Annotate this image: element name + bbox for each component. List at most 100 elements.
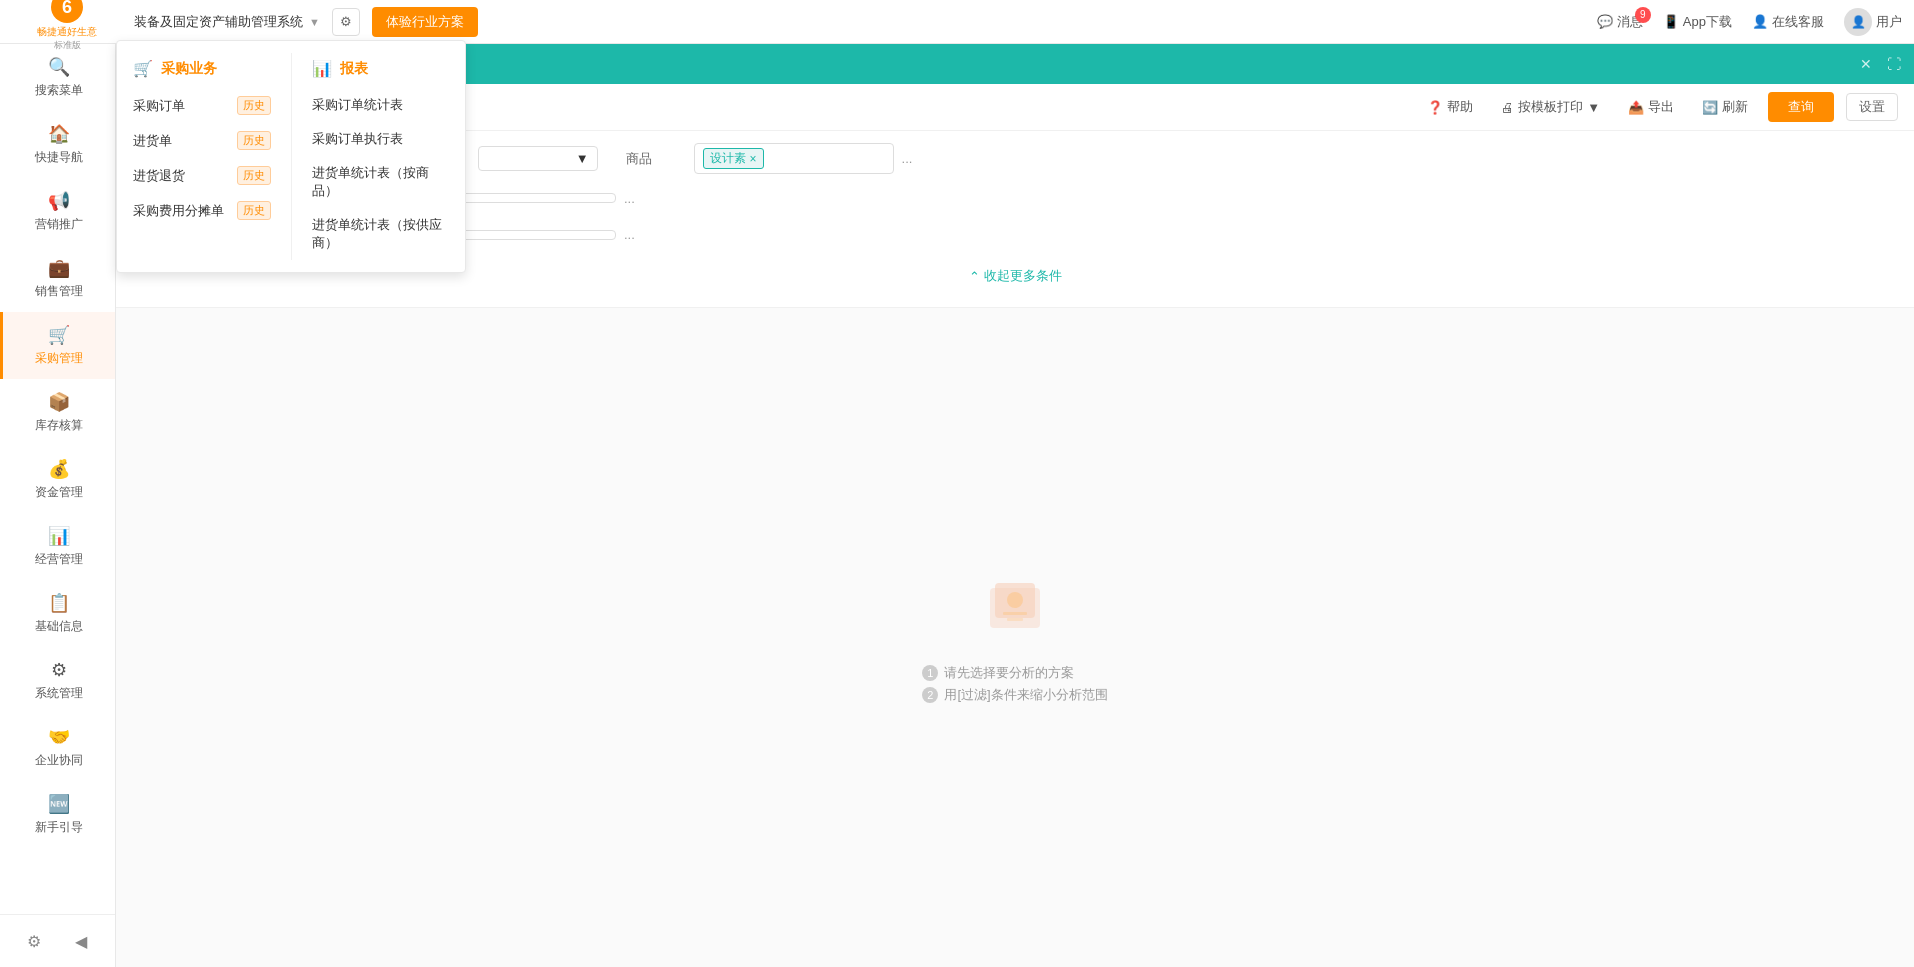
sidebar-label-marketing: 营销推广 [35, 216, 83, 233]
purchase-icon: 🛒 [48, 324, 70, 346]
header-right: 💬 消息 9 📱 App下载 👤 在线客服 👤 用户 [1597, 8, 1902, 36]
query-button[interactable]: 查询 [1768, 92, 1834, 122]
system-icon: ⚙ [51, 659, 67, 681]
receipt-stats-goods-label: 进货单统计表（按商品） [312, 164, 450, 200]
goods-tag-close[interactable]: × [750, 152, 757, 166]
sidebar-item-quick-nav[interactable]: 🏠 快捷导航 [0, 111, 115, 178]
notification-item[interactable]: 💬 消息 9 [1597, 13, 1643, 31]
app-download-item[interactable]: 📱 App下载 [1663, 13, 1732, 31]
main-layout: 🔍 搜索菜单 🏠 快捷导航 📢 营销推广 💼 销售管理 🛒 采购管理 📦 库存核… [0, 44, 1914, 967]
sidebar-item-marketing[interactable]: 📢 营销推广 [0, 178, 115, 245]
dropdown-columns: 🛒 采购业务 采购订单 历史 进货单 历史 进货退货 历史 [117, 53, 465, 260]
empty-state: 1 请先选择要分析的方案 2 用[过滤]条件来缩小分析范围 [116, 308, 1914, 967]
customer-more[interactable]: ... [624, 227, 635, 242]
doc-status-arrow: ▼ [576, 151, 589, 166]
tip-num-2: 2 [922, 687, 938, 703]
history-tag-expense: 历史 [237, 201, 271, 220]
sidebar-collapse-btn[interactable]: ◀ [65, 925, 97, 957]
goods-more[interactable]: ... [902, 151, 913, 166]
menu-item-purchase-order[interactable]: 采购订单 历史 [129, 88, 275, 123]
goods-tag-text: 设计素 [710, 150, 746, 167]
sidebar-item-sales[interactable]: 💼 销售管理 [0, 245, 115, 312]
svg-point-2 [1007, 592, 1023, 608]
menu-item-receipt-stats-goods[interactable]: 进货单统计表（按商品） [308, 156, 454, 208]
empty-tip-1: 1 请先选择要分析的方案 [922, 664, 1107, 682]
empty-illustration [975, 568, 1055, 648]
sidebar-label-finance: 资金管理 [35, 484, 83, 501]
svg-rect-4 [1007, 618, 1023, 621]
menu-item-return[interactable]: 进货退货 历史 [129, 158, 275, 193]
menu-item-order-exec[interactable]: 采购订单执行表 [308, 122, 454, 156]
sidebar-label-purchase: 采购管理 [35, 350, 83, 367]
help-label: 帮助 [1447, 98, 1473, 116]
tab-bar-right: ✕ ⛶ [1854, 52, 1914, 76]
sidebar-item-base-info[interactable]: 📋 基础信息 [0, 580, 115, 647]
order-stats-label: 采购订单统计表 [312, 96, 403, 114]
empty-tip-2: 2 用[过滤]条件来缩小分析范围 [922, 686, 1107, 704]
sidebar-label-base-info: 基础信息 [35, 618, 83, 635]
sidebar-item-purchase[interactable]: 🛒 采购管理 [0, 312, 115, 379]
menu-item-expense[interactable]: 采购费用分摊单 历史 [129, 193, 275, 228]
sidebar-settings-btn[interactable]: ⚙ [18, 925, 50, 957]
history-tag-receipt: 历史 [237, 131, 271, 150]
order-exec-label: 采购订单执行表 [312, 130, 403, 148]
export-button[interactable]: 📤 导出 [1620, 94, 1682, 120]
user-item[interactable]: 👤 用户 [1844, 8, 1902, 36]
collapse-label: 收起更多条件 [984, 267, 1062, 285]
dropdown-menu: 🛒 采购业务 采购订单 历史 进货单 历史 进货退货 历史 [116, 44, 466, 273]
sidebar-label-guide: 新手引导 [35, 819, 83, 836]
help-button[interactable]: ❓ 帮助 [1419, 94, 1481, 120]
help-icon: ❓ [1427, 100, 1443, 115]
app-label: App下载 [1683, 13, 1732, 31]
gear-button[interactable]: ⚙ [332, 8, 360, 36]
service-icon: 👤 [1752, 14, 1768, 29]
dropdown-col-reports: 📊 报表 采购订单统计表 采购订单执行表 进货单统计表（按商品） 进货单统计表（… [296, 53, 466, 260]
goods-input[interactable]: 设计素 × [694, 143, 894, 174]
empty-tips: 1 请先选择要分析的方案 2 用[过滤]条件来缩小分析范围 [922, 660, 1107, 708]
svg-rect-3 [1003, 612, 1027, 615]
refresh-button[interactable]: 🔄 刷新 [1694, 94, 1756, 120]
sidebar-label-system: 系统管理 [35, 685, 83, 702]
receipt-stats-supplier-label: 进货单统计表（按供应商） [312, 216, 450, 252]
menu-item-order-stats[interactable]: 采购订单统计表 [308, 88, 454, 122]
app-icon: 📱 [1663, 14, 1679, 29]
sidebar-item-operation[interactable]: 📊 经营管理 [0, 513, 115, 580]
menu-item-receipt[interactable]: 进货单 历史 [129, 123, 275, 158]
sidebar-bottom: ⚙ ◀ [0, 914, 115, 967]
operation-icon: 📊 [48, 525, 70, 547]
sidebar-item-system[interactable]: ⚙ 系统管理 [0, 647, 115, 714]
sidebar-item-inventory[interactable]: 📦 库存核算 [0, 379, 115, 446]
logo-area: 6 畅捷通好生意 标准版 [12, 0, 122, 52]
refresh-label: 刷新 [1722, 98, 1748, 116]
sidebar-item-guide[interactable]: 🆕 新手引导 [0, 781, 115, 848]
salesperson-more[interactable]: ... [624, 191, 635, 206]
industry-button[interactable]: 体验行业方案 [372, 7, 478, 37]
search-icon: 🔍 [48, 56, 70, 78]
sidebar-label-operation: 经营管理 [35, 551, 83, 568]
tab-close-all-icon[interactable]: ✕ [1854, 52, 1878, 76]
print-button[interactable]: 🖨 按模板打印 ▼ [1493, 94, 1608, 120]
export-icon: 📤 [1628, 100, 1644, 115]
sidebar-item-finance[interactable]: 💰 资金管理 [0, 446, 115, 513]
goods-label: 商品 [626, 150, 686, 168]
doc-status-select[interactable]: ▼ [478, 146, 598, 171]
system-dropdown-arrow[interactable]: ▼ [309, 16, 320, 28]
menu-item-receipt-stats-supplier[interactable]: 进货单统计表（按供应商） [308, 208, 454, 260]
service-label: 在线客服 [1772, 13, 1824, 31]
expense-label: 采购费用分摊单 [133, 202, 224, 220]
reports-col-icon: 📊 [312, 59, 332, 78]
tip-text-2: 用[过滤]条件来缩小分析范围 [944, 686, 1107, 704]
return-label: 进货退货 [133, 167, 185, 185]
settings-button[interactable]: 设置 [1846, 93, 1898, 121]
tip-num-1: 1 [922, 665, 938, 681]
sidebar-label-enterprise: 企业协同 [35, 752, 83, 769]
tab-fullscreen-icon[interactable]: ⛶ [1882, 52, 1906, 76]
collapse-up-icon: ⌃ [969, 269, 980, 284]
online-service-item[interactable]: 👤 在线客服 [1752, 13, 1824, 31]
receipt-label: 进货单 [133, 132, 172, 150]
sidebar-item-search[interactable]: 🔍 搜索菜单 [0, 44, 115, 111]
collapse-button[interactable]: ⌃ 收起更多条件 [969, 261, 1062, 291]
sidebar-item-enterprise[interactable]: 🤝 企业协同 [0, 714, 115, 781]
dropdown-col-purchase: 🛒 采购业务 采购订单 历史 进货单 历史 进货退货 历史 [117, 53, 287, 260]
sidebar-label-inventory: 库存核算 [35, 417, 83, 434]
